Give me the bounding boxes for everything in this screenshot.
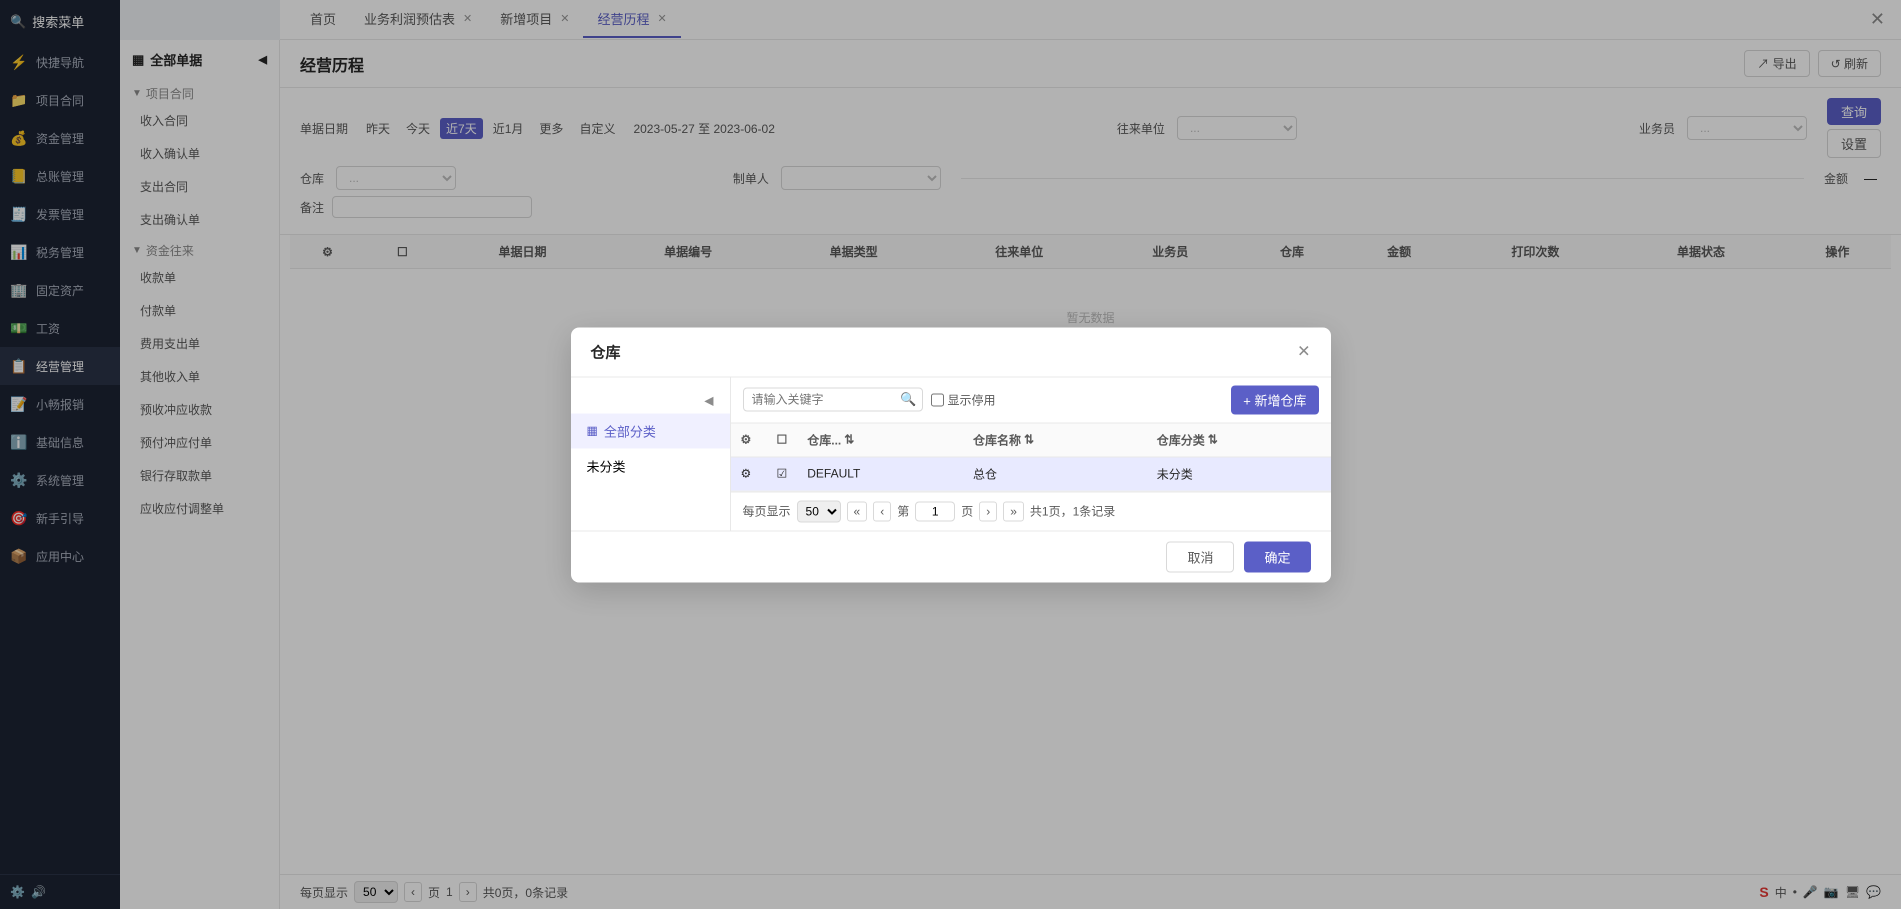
th-category-label: 仓库分类 [1157, 431, 1205, 448]
confirm-button[interactable]: 确定 [1244, 541, 1310, 572]
th-modal-code[interactable]: 仓库... ⇅ [797, 423, 963, 457]
pagination-total-info: 共1页，1条记录 [1030, 503, 1115, 520]
th-modal-category[interactable]: 仓库分类 ⇅ [1147, 423, 1331, 457]
modal-content: 🔍 显示停用 + 新增仓库 ⚙ ☐ [731, 377, 1331, 530]
sort-icon: ⇅ [1208, 433, 1218, 447]
show-disabled-checkbox[interactable] [931, 393, 944, 406]
modal-search-wrap: 🔍 [743, 388, 923, 412]
pagination-page-label: 第 [897, 503, 909, 520]
pagination-per-page-select[interactable]: 50 [797, 500, 841, 522]
modal-sidebar-item-uncategorized[interactable]: 未分类 [571, 448, 730, 483]
pagination-first-btn[interactable]: « [847, 501, 868, 521]
row-category: 未分类 [1147, 457, 1331, 491]
modal-sidebar-uncategorized-label: 未分类 [587, 456, 626, 475]
modal-search-icon: 🔍 [900, 392, 916, 408]
sort-icon: ⇅ [1024, 433, 1034, 447]
add-warehouse-button[interactable]: + 新增仓库 [1231, 385, 1318, 414]
pagination-last-btn[interactable]: » [1003, 501, 1024, 521]
modal-toolbar: 🔍 显示停用 + 新增仓库 [731, 377, 1331, 423]
pagination-page-suffix: 页 [961, 503, 973, 520]
modal-header: 仓库 ✕ [571, 327, 1331, 377]
th-modal-checkbox[interactable]: ☐ [767, 423, 798, 457]
modal-pagination: 每页显示 50 « ‹ 第 页 › » 共1页，1条记录 [731, 491, 1331, 530]
modal-sidebar-scroll: 未分类 [571, 448, 730, 483]
modal-sidebar: ◀ ▦ 全部分类 未分类 [571, 377, 731, 530]
th-name-label: 仓库名称 [973, 431, 1021, 448]
pagination-per-page-label: 每页显示 [743, 503, 791, 520]
cancel-button[interactable]: 取消 [1166, 541, 1234, 572]
pagination-prev-btn[interactable]: ‹ [873, 501, 891, 521]
sort-icon: ⇅ [844, 433, 854, 447]
modal-sidebar-collapse[interactable]: ◀ [571, 387, 730, 413]
pagination-page-input[interactable] [915, 501, 955, 521]
show-disabled-label[interactable]: 显示停用 [931, 391, 996, 408]
th-code-label: 仓库... [807, 431, 841, 448]
modal-sidebar-all-label: 全部分类 [604, 421, 656, 440]
modal-body: ◀ ▦ 全部分类 未分类 🔍 显示停用 [571, 377, 1331, 530]
row-checkbox[interactable]: ☑ [767, 457, 798, 491]
grid-icon: ▦ [587, 424, 598, 438]
row-settings[interactable]: ⚙ [731, 457, 767, 491]
pagination-next-btn[interactable]: › [979, 501, 997, 521]
warehouse-modal: 仓库 ✕ ◀ ▦ 全部分类 未分类 🔍 [571, 327, 1331, 582]
row-code: DEFAULT [797, 457, 963, 491]
table-row[interactable]: ⚙ ☑ DEFAULT 总仓 未分类 [731, 457, 1331, 491]
modal-sidebar-item-all[interactable]: ▦ 全部分类 [571, 413, 730, 448]
modal-search-input[interactable] [743, 388, 923, 412]
modal-table-wrap: ⚙ ☐ 仓库... ⇅ 仓库名称 ⇅ [731, 423, 1331, 491]
modal-title: 仓库 [591, 341, 621, 362]
th-modal-settings[interactable]: ⚙ [731, 423, 767, 457]
th-modal-name[interactable]: 仓库名称 ⇅ [963, 423, 1147, 457]
modal-close-button[interactable]: ✕ [1297, 342, 1310, 362]
modal-table: ⚙ ☐ 仓库... ⇅ 仓库名称 ⇅ [731, 423, 1331, 491]
show-disabled-text: 显示停用 [948, 391, 996, 408]
modal-footer: 取消 确定 [571, 530, 1331, 582]
row-name: 总仓 [963, 457, 1147, 491]
